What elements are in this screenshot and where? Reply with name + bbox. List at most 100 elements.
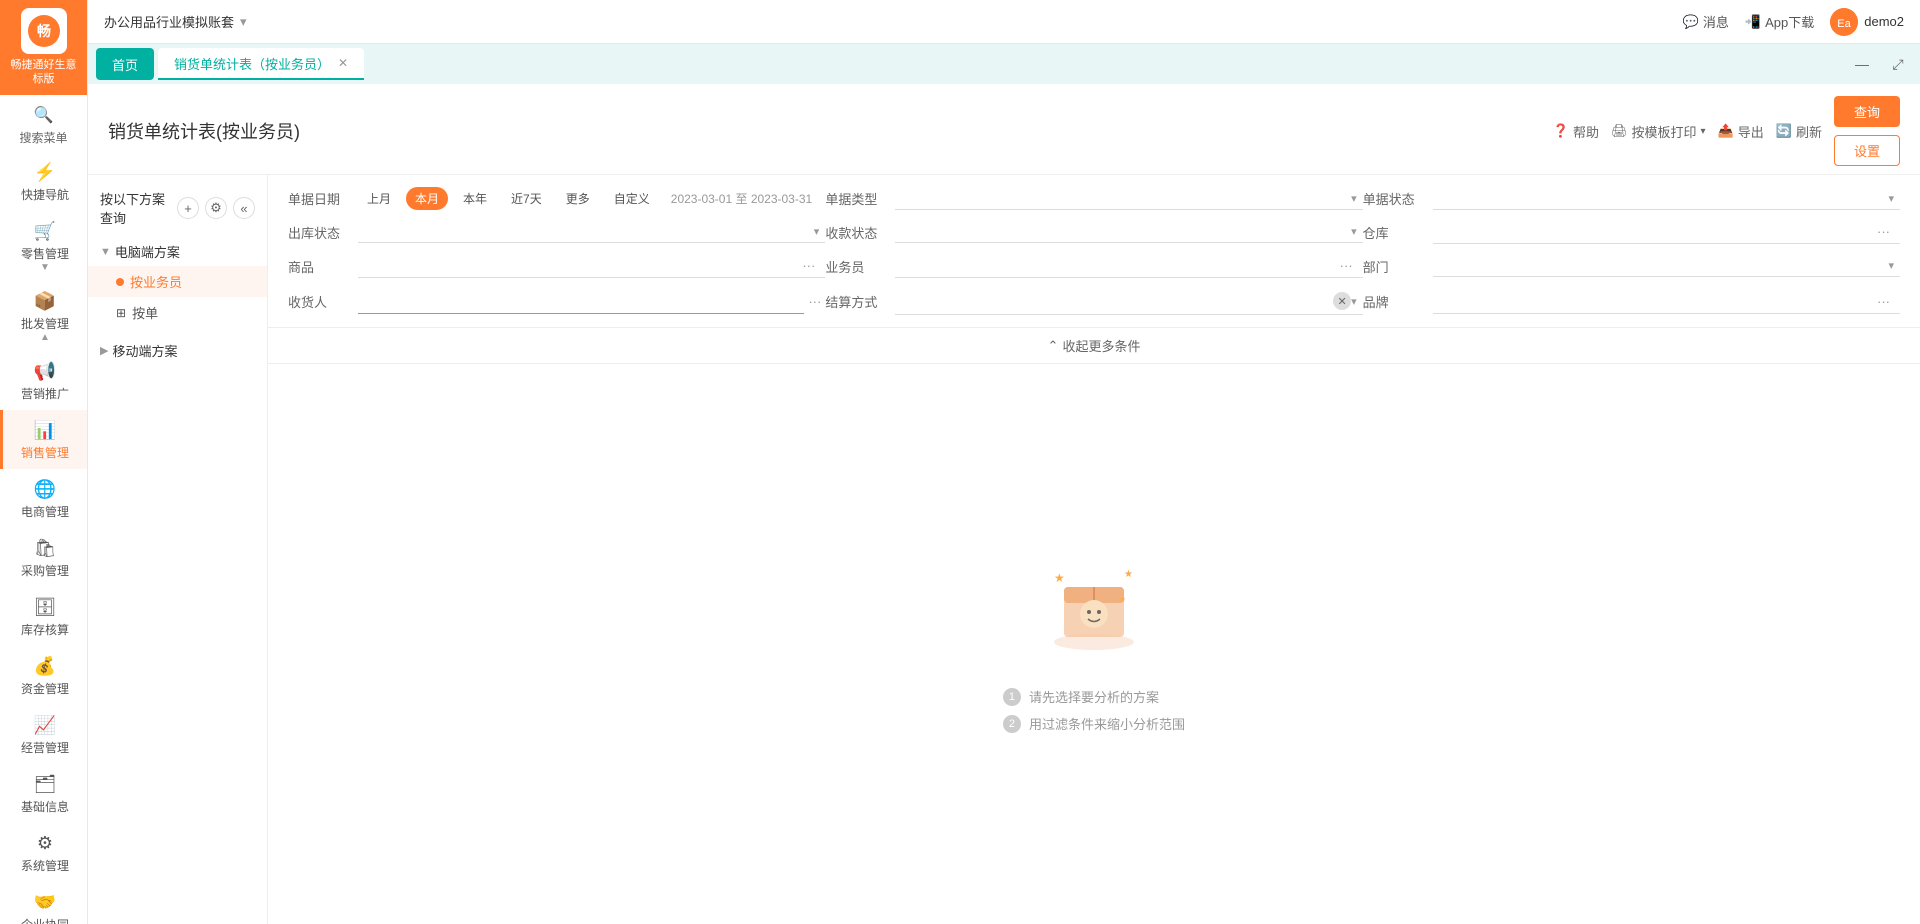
receiver-dots[interactable]: ··· xyxy=(804,294,825,309)
tab-sales-stat[interactable]: 销货单统计表（按业务员） ✕ xyxy=(158,48,364,80)
lp-collapse-btn[interactable]: « xyxy=(233,197,255,219)
filter-warehouse-select[interactable]: ··· xyxy=(1433,220,1900,244)
tab-close-icon[interactable]: ✕ xyxy=(338,56,348,70)
filter-goods-field: 商品 ··· xyxy=(288,254,825,278)
sidebar-item-ecommerce-label: 电商管理 xyxy=(21,503,69,520)
tab-home-label: 首页 xyxy=(112,55,138,74)
order-icon-small: ⊞ xyxy=(116,306,126,320)
tree-parent-mobile[interactable]: ▶ 移动端方案 xyxy=(88,336,267,365)
salesperson-dots[interactable]: ··· xyxy=(1336,258,1357,273)
tab-maximize-btn[interactable]: ⤢ xyxy=(1884,50,1912,78)
date-range-text: 2023-03-01 至 2023-03-31 xyxy=(671,190,812,207)
date-btn-last-month[interactable]: 上月 xyxy=(358,187,400,210)
date-row: 上月 本月 本年 近7天 更多 自定义 2023-03-01 至 2023-03… xyxy=(358,187,812,210)
sidebar-item-marketing[interactable]: 📢 营销推广 xyxy=(0,351,87,410)
filter-brand-select[interactable]: ··· xyxy=(1433,290,1900,314)
sidebar-item-sales[interactable]: 📊 销售管理 xyxy=(0,410,87,469)
brand-dots[interactable]: ··· xyxy=(1873,294,1894,309)
topbar-user[interactable]: Ea demo2 xyxy=(1830,8,1904,36)
empty-step-2-label: 用过滤条件来缩小分析范围 xyxy=(1029,714,1185,733)
page-title: 销货单统计表(按业务员) xyxy=(108,118,300,144)
sidebar-search[interactable]: 🔍 搜索菜单 xyxy=(19,95,67,152)
date-btn-this-year[interactable]: 本年 xyxy=(454,187,496,210)
filter-payment-select[interactable]: ▾ xyxy=(895,221,1362,243)
export-btn[interactable]: 📤 导出 xyxy=(1718,122,1764,141)
sidebar-nav: ⚡ 快捷导航 🛒 零售管理 ▼ 📦 批发管理 ▲ 📢 营销推广 📊 销售管理 🌐… xyxy=(0,152,87,924)
sidebar-item-operations[interactable]: 📈 经营管理 xyxy=(0,705,87,764)
settings-button[interactable]: 设置 xyxy=(1834,135,1900,166)
goods-dots[interactable]: ··· xyxy=(798,258,819,273)
sidebar-logo[interactable]: 畅 畅捷通好生意 标版 xyxy=(0,0,87,95)
sidebar-item-finance[interactable]: 💰 资金管理 xyxy=(0,646,87,705)
tab-minimize-btn[interactable]: — xyxy=(1848,50,1876,78)
empty-state: ★ ★ ★ 1 请先选择要分析的方案 2 用过滤条件来缩小分析范围 xyxy=(268,364,1920,924)
topbar-app-btn[interactable]: 📲 App下载 xyxy=(1745,12,1814,31)
finance-icon: 💰 xyxy=(34,656,56,677)
tree-section-mobile: ▶ 移动端方案 xyxy=(88,332,267,369)
collapse-bar: ⌃ 收起更多条件 xyxy=(268,328,1920,364)
empty-steps: 1 请先选择要分析的方案 2 用过滤条件来缩小分析范围 xyxy=(1003,687,1185,741)
ecommerce-icon: 🌐 xyxy=(34,479,56,500)
filter-outstatus-field: 出库状态 ▾ xyxy=(288,221,825,243)
filter-doctype-select[interactable]: ▾ xyxy=(895,188,1362,210)
lp-add-btn[interactable]: + xyxy=(177,197,199,219)
sales-icon: 📊 xyxy=(34,420,56,441)
print-dropdown-icon: ▾ xyxy=(1701,126,1706,137)
sidebar-item-retail-label: 零售管理 xyxy=(21,245,69,262)
filter-docstatus-select[interactable]: ▾ xyxy=(1433,188,1900,210)
filter-area: 单据日期 上月 本月 本年 近7天 更多 自定义 20 xyxy=(268,175,1920,328)
warehouse-dots[interactable]: ··· xyxy=(1873,224,1894,239)
tree-parent-desktop[interactable]: ▼ 电脑端方案 xyxy=(88,237,267,266)
empty-step-2: 2 用过滤条件来缩小分析范围 xyxy=(1003,714,1185,733)
sidebar-item-base[interactable]: 🗂 基础信息 xyxy=(0,764,87,823)
date-btn-more[interactable]: 更多 xyxy=(557,187,599,210)
avatar: Ea xyxy=(1830,8,1858,36)
docstatus-chevron-icon: ▾ xyxy=(1888,192,1894,205)
content-area: 销货单统计表(按业务员) ❓ 帮助 🖨 按模板打印 ▾ 📤 导出 🔄 刷新 xyxy=(88,84,1920,924)
filter-dept-select[interactable]: ▾ xyxy=(1433,255,1900,277)
tree-child-salesperson[interactable]: 按业务员 xyxy=(88,266,267,297)
svg-text:Ea: Ea xyxy=(1838,18,1852,30)
help-btn[interactable]: ❓ 帮助 xyxy=(1553,122,1599,141)
sidebar: 畅 畅捷通好生意 标版 🔍 搜索菜单 ⚡ 快捷导航 🛒 零售管理 ▼ 📦 批发管… xyxy=(0,0,88,924)
filter-salesperson-select[interactable]: ··· xyxy=(895,254,1362,278)
filter-receiver-input[interactable] xyxy=(358,290,804,314)
topbar-app-label: App下载 xyxy=(1765,12,1814,31)
base-icon: 🗂 xyxy=(34,774,57,795)
print-btn[interactable]: 🖨 按模板打印 ▾ xyxy=(1611,122,1706,141)
sidebar-item-cooperation[interactable]: 🤝 企业协同 xyxy=(0,882,87,924)
tree-section-desktop: ▼ 电脑端方案 按业务员 ⊞ 按单 xyxy=(88,233,267,332)
left-panel: 按以下方案查询 + ⚙ « ▼ 电脑端方案 按业务员 xyxy=(88,175,268,924)
topbar-dropdown-icon[interactable]: ▾ xyxy=(240,14,247,30)
settlement-clear-btn[interactable]: ✕ xyxy=(1333,292,1351,310)
sidebar-item-purchase[interactable]: 🛍 采购管理 xyxy=(0,528,87,587)
date-btn-custom[interactable]: 自定义 xyxy=(605,187,659,210)
main-area: 办公用品行业模拟账套 ▾ 💬 消息 📲 App下载 Ea demo2 xyxy=(88,0,1920,924)
refresh-btn[interactable]: 🔄 刷新 xyxy=(1776,122,1822,141)
tree-child-order[interactable]: ⊞ 按单 xyxy=(88,297,267,328)
date-btn-this-month[interactable]: 本月 xyxy=(406,187,448,210)
tree-toggle-desktop: ▼ xyxy=(100,246,111,258)
tab-home[interactable]: 首页 xyxy=(96,48,154,80)
date-btn-7days[interactable]: 近7天 xyxy=(502,187,551,210)
sidebar-item-ecommerce[interactable]: 🌐 电商管理 xyxy=(0,469,87,528)
topbar-message-btn[interactable]: 💬 消息 xyxy=(1683,12,1729,31)
sidebar-item-base-label: 基础信息 xyxy=(21,798,69,815)
query-button[interactable]: 查询 xyxy=(1834,96,1900,127)
sidebar-item-retail[interactable]: 🛒 零售管理 ▼ xyxy=(0,211,87,281)
sidebar-item-wholesale[interactable]: 📦 批发管理 ▲ xyxy=(0,281,87,351)
collapse-button[interactable]: ⌃ 收起更多条件 xyxy=(1048,336,1141,355)
sidebar-item-cooperation-label: 企业协同 xyxy=(21,916,69,924)
lp-settings-btn[interactable]: ⚙ xyxy=(205,197,227,219)
sidebar-item-operations-label: 经营管理 xyxy=(21,739,69,756)
filter-outstatus-select[interactable]: ▾ xyxy=(358,221,825,243)
message-icon: 💬 xyxy=(1683,14,1699,30)
sidebar-item-system[interactable]: ⚙ 系统管理 xyxy=(0,823,87,882)
filter-goods-select[interactable]: ··· xyxy=(358,254,825,278)
sidebar-item-inventory[interactable]: 🗄 库存核算 xyxy=(0,587,87,646)
filter-settlement-select[interactable]: ✕ ▾ xyxy=(895,288,1362,315)
sidebar-item-shortcut[interactable]: ⚡ 快捷导航 xyxy=(0,152,87,211)
logo-text: 畅捷通好生意 标版 xyxy=(8,58,79,87)
export-icon: 📤 xyxy=(1718,123,1734,139)
collapse-label: 收起更多条件 xyxy=(1062,336,1140,355)
